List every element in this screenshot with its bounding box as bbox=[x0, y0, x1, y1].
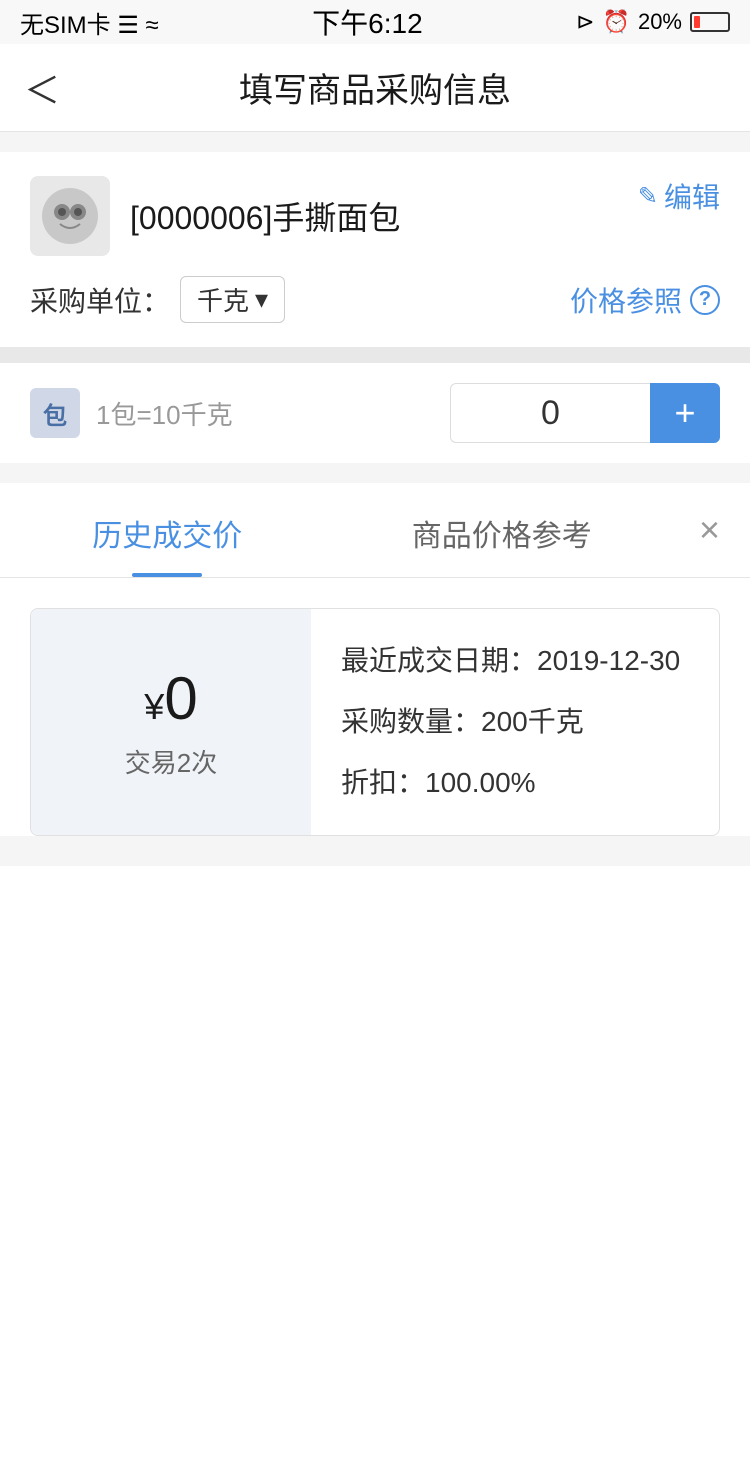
recent-date-value: 2019-12-30 bbox=[537, 645, 680, 676]
battery-percent: 20% bbox=[638, 9, 682, 35]
tabs-section: 历史成交价 商品价格参考 × ¥0 交易2次 最近成交日期：2019-12-30… bbox=[0, 483, 750, 836]
price-ref-button[interactable]: 价格参照 ? bbox=[570, 280, 720, 320]
product-left: [0000006]手撕面包 bbox=[30, 176, 400, 256]
price-card: ¥0 交易2次 最近成交日期：2019-12-30 采购数量：200千克 折扣：… bbox=[30, 608, 720, 836]
section-divider bbox=[0, 347, 750, 363]
quantity-input-group: + bbox=[450, 383, 720, 443]
product-logo bbox=[30, 176, 110, 256]
purchase-qty-value: 200千克 bbox=[481, 706, 584, 737]
price-value: 0 bbox=[164, 665, 197, 732]
status-time: 下午6:12 bbox=[312, 2, 423, 42]
close-icon: × bbox=[699, 509, 720, 550]
discount-line: 折扣：100.00% bbox=[341, 761, 689, 806]
nav-bar: ＜ 填写商品采购信息 bbox=[0, 44, 750, 132]
price-amount: ¥0 bbox=[144, 664, 197, 733]
price-right-panel: 最近成交日期：2019-12-30 采购数量：200千克 折扣：100.00% bbox=[311, 609, 719, 835]
page-title: 填写商品采购信息 bbox=[239, 63, 511, 112]
discount-label: 折扣： bbox=[341, 767, 425, 798]
unit-label-group: 包 1包=10千克 bbox=[30, 388, 233, 438]
product-header: [0000006]手撕面包 ✎ 编辑 bbox=[30, 176, 720, 256]
owl-logo-icon bbox=[40, 186, 100, 246]
purchase-qty-label: 采购数量： bbox=[341, 706, 481, 737]
product-card: [0000006]手撕面包 ✎ 编辑 采购单位： 千克 ▾ 价格参照 ? bbox=[0, 152, 750, 347]
recent-date-line: 最近成交日期：2019-12-30 bbox=[341, 639, 689, 684]
unit-dropdown[interactable]: 千克 ▾ bbox=[180, 276, 285, 323]
price-ref-label: 价格参照 bbox=[570, 280, 682, 320]
tab-close-button[interactable]: × bbox=[669, 489, 750, 571]
unit-label: 采购单位： bbox=[30, 280, 170, 320]
unit-value: 千克 bbox=[197, 281, 249, 318]
price-left-panel: ¥0 交易2次 bbox=[31, 609, 311, 835]
back-button[interactable]: ＜ bbox=[24, 62, 60, 114]
edit-button[interactable]: ✎ 编辑 bbox=[638, 176, 720, 216]
edit-label: 编辑 bbox=[664, 176, 720, 216]
status-right: ⊳ ⏰ 20% bbox=[576, 9, 730, 35]
status-bar: 无SIM卡 ☰ ≈ 下午6:12 ⊳ ⏰ 20% bbox=[0, 0, 750, 44]
tab-price-ref[interactable]: 商品价格参考 bbox=[334, 483, 668, 577]
tabs-header: 历史成交价 商品价格参考 × bbox=[0, 483, 750, 578]
carrier-text: 无SIM卡 ☰ ≈ bbox=[20, 5, 159, 40]
quantity-row: 包 1包=10千克 + bbox=[0, 363, 750, 463]
battery-icon bbox=[690, 12, 730, 32]
tab-history-price[interactable]: 历史成交价 bbox=[0, 483, 334, 577]
quantity-input[interactable] bbox=[450, 383, 650, 443]
status-left: 无SIM卡 ☰ ≈ bbox=[20, 5, 159, 40]
unit-row: 采购单位： 千克 ▾ bbox=[30, 276, 285, 323]
product-name: [0000006]手撕面包 bbox=[130, 193, 400, 239]
edit-icon: ✎ bbox=[638, 182, 658, 211]
purchase-qty-line: 采购数量：200千克 bbox=[341, 700, 689, 745]
dropdown-arrow-icon: ▾ bbox=[255, 284, 268, 315]
product-meta: 采购单位： 千克 ▾ 价格参照 ? bbox=[30, 276, 720, 323]
quantity-plus-button[interactable]: + bbox=[650, 383, 720, 443]
plus-icon: + bbox=[674, 392, 695, 434]
discount-value: 100.00% bbox=[425, 767, 536, 798]
unit-conversion: 1包=10千克 bbox=[96, 395, 233, 432]
bottom-area bbox=[0, 866, 750, 1466]
alarm-icon: ⏰ bbox=[603, 9, 630, 35]
currency-symbol: ¥ bbox=[144, 686, 164, 727]
unit-box-icon: 包 bbox=[30, 388, 80, 438]
location-icon: ⊳ bbox=[576, 9, 594, 35]
help-icon: ? bbox=[690, 285, 720, 315]
trade-count: 交易2次 bbox=[125, 743, 217, 780]
recent-date-label: 最近成交日期： bbox=[341, 645, 537, 676]
